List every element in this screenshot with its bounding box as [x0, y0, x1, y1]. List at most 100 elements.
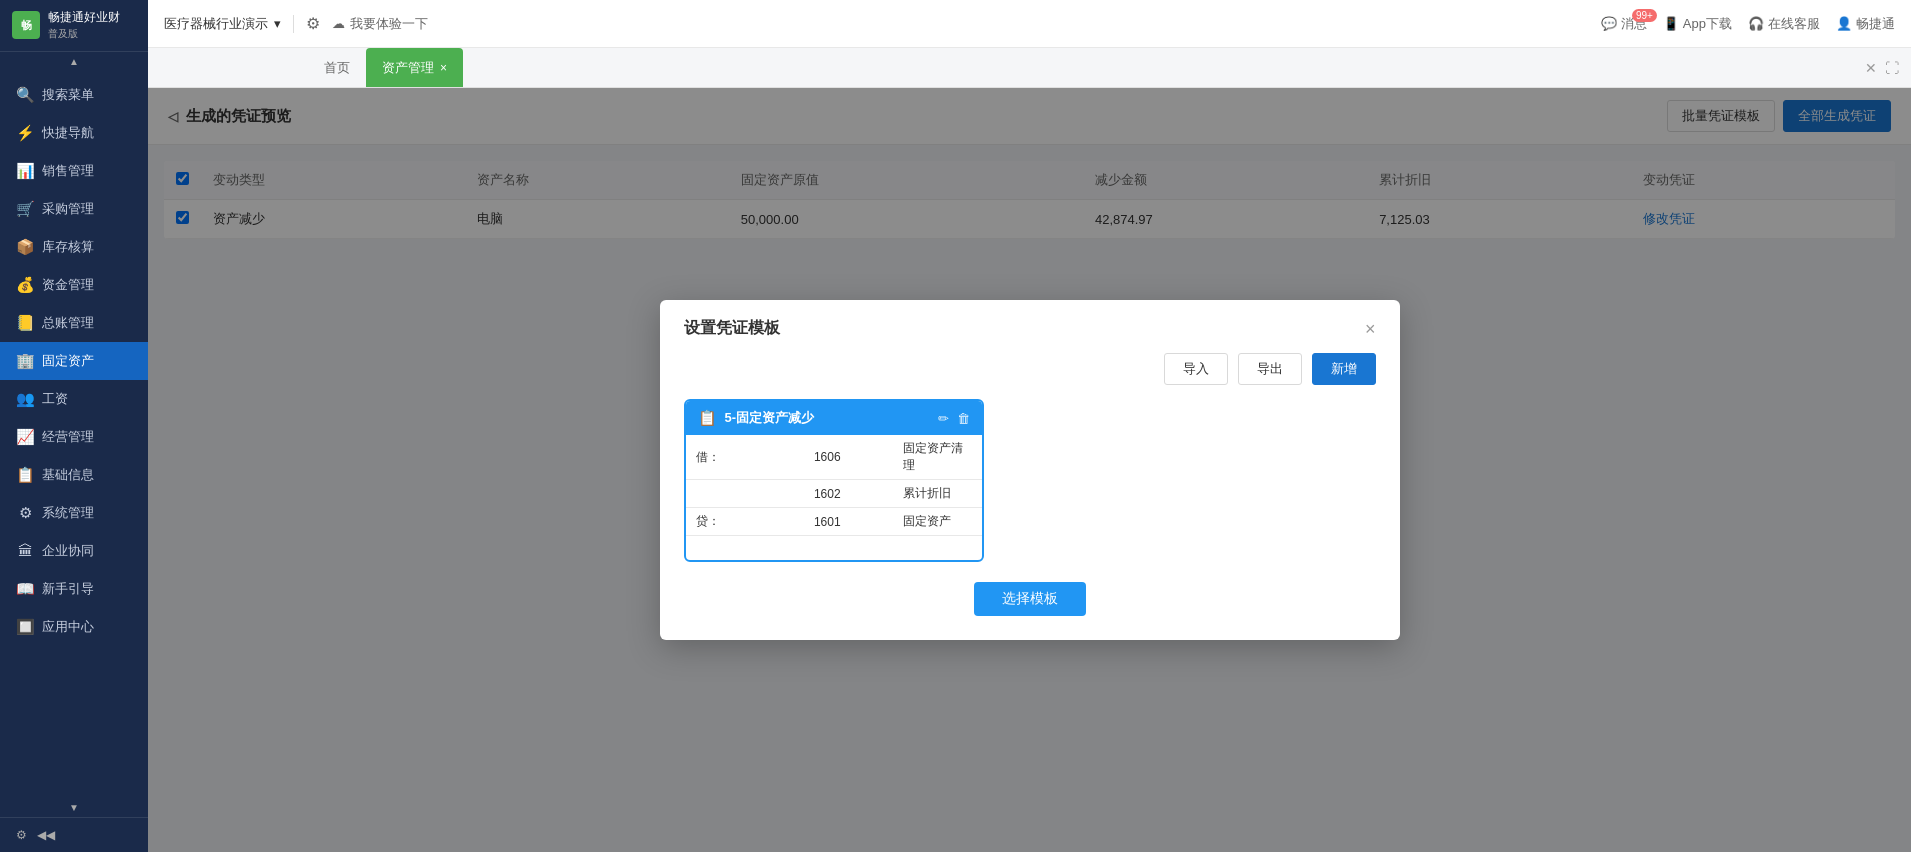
sidebar-item-guide[interactable]: 📖 新手引导 — [0, 570, 148, 608]
template-accounts-table: 借： 1606 固定资产清理 1602 累计折旧 — [686, 435, 982, 560]
quick-nav-icon: ⚡ — [16, 124, 34, 142]
chevron-down-icon: ▾ — [274, 16, 281, 31]
operations-icon: 📈 — [16, 428, 34, 446]
template-card: 📋 5-固定资产减少 ✏ 🗑 — [684, 399, 984, 562]
sidebar: 畅 畅捷通好业财 普及版 ▲ 🔍 搜索菜单 ⚡ 快捷导航 📊 销售管理 🛒 采购… — [0, 0, 148, 852]
company-selector[interactable]: 医疗器械行业演示 ▾ — [164, 15, 281, 33]
tab-asset-management[interactable]: 资产管理 × — [366, 48, 463, 87]
app-center-icon: 🔲 — [16, 618, 34, 636]
fixed-assets-icon: 🏢 — [16, 352, 34, 370]
template-code: 1602 — [804, 480, 893, 508]
tab-close-icon[interactable]: × — [440, 61, 447, 75]
template-card-actions: ✏ 🗑 — [938, 411, 970, 426]
template-row: 借： 1606 固定资产清理 — [686, 435, 982, 480]
sidebar-item-label: 应用中心 — [42, 618, 94, 636]
sidebar-item-label: 新手引导 — [42, 580, 94, 598]
export-button[interactable]: 导出 — [1238, 353, 1302, 385]
username-label: 畅捷通 — [1856, 15, 1895, 33]
sidebar-scroll-down[interactable]: ▼ — [0, 797, 148, 817]
payroll-icon: 👥 — [16, 390, 34, 408]
sidebar-item-label: 经营管理 — [42, 428, 94, 446]
message-badge: 99+ — [1632, 9, 1657, 22]
template-type — [686, 480, 804, 508]
topbar: 医疗器械行业演示 ▾ ⚙ ☁ 我要体验一下 💬 消息 99+ 📱 App下载 🎧… — [148, 0, 1911, 48]
sidebar-item-ledger[interactable]: 📒 总账管理 — [0, 304, 148, 342]
sidebar-item-payroll[interactable]: 👥 工资 — [0, 380, 148, 418]
experience-label: 我要体验一下 — [350, 15, 428, 33]
template-row: 1602 累计折旧 — [686, 480, 982, 508]
basic-info-icon: 📋 — [16, 466, 34, 484]
import-button[interactable]: 导入 — [1164, 353, 1228, 385]
maximize-window-icon[interactable]: ⛶ — [1885, 60, 1899, 76]
select-template-button[interactable]: 选择模板 — [974, 582, 1086, 616]
sidebar-item-inventory[interactable]: 📦 库存核算 — [0, 228, 148, 266]
purchase-icon: 🛒 — [16, 200, 34, 218]
content-area: ◁ 生成的凭证预览 批量凭证模板 全部生成凭证 变动类型 资产名称 固定资产原值 — [148, 88, 1911, 852]
sidebar-item-label: 采购管理 — [42, 200, 94, 218]
online-service-button[interactable]: 🎧 在线客服 — [1748, 15, 1820, 33]
tab-home[interactable]: 首页 — [308, 48, 366, 87]
modal-backdrop[interactable]: 设置凭证模板 × 导入 导出 新增 📋 5-固定资产减少 — [148, 88, 1911, 852]
capital-icon: 💰 — [16, 276, 34, 294]
template-row — [686, 536, 982, 561]
sidebar-item-label: 资金管理 — [42, 276, 94, 294]
sales-icon: 📊 — [16, 162, 34, 180]
template-code: 1601 — [804, 508, 893, 536]
company-name: 医疗器械行业演示 — [164, 15, 268, 33]
app-download-button[interactable]: 📱 App下载 — [1663, 15, 1732, 33]
sidebar-item-label: 搜索菜单 — [42, 86, 94, 104]
sidebar-item-label: 工资 — [42, 390, 68, 408]
sidebar-item-sales[interactable]: 📊 销售管理 — [0, 152, 148, 190]
template-card-body: 借： 1606 固定资产清理 1602 累计折旧 — [686, 435, 982, 560]
template-type: 借： — [686, 435, 804, 480]
system-icon: ⚙ — [16, 504, 34, 522]
modal-dialog: 设置凭证模板 × 导入 导出 新增 📋 5-固定资产减少 — [660, 300, 1400, 640]
sidebar-item-capital[interactable]: 💰 资金管理 — [0, 266, 148, 304]
modal-header: 设置凭证模板 × — [660, 300, 1400, 339]
settings-icon[interactable]: ⚙ — [16, 828, 27, 842]
sidebar-header: 畅 畅捷通好业财 普及版 — [0, 0, 148, 52]
template-account: 固定资产清理 — [893, 435, 982, 480]
template-list: 📋 5-固定资产减少 ✏ 🗑 — [684, 399, 1376, 562]
sidebar-nav: 🔍 搜索菜单 ⚡ 快捷导航 📊 销售管理 🛒 采购管理 📦 库存核算 💰 资金管… — [0, 72, 148, 797]
app-edition: 普及版 — [48, 27, 120, 41]
topbar-divider — [293, 15, 294, 33]
sidebar-item-quick-nav[interactable]: ⚡ 快捷导航 — [0, 114, 148, 152]
sidebar-item-label: 企业协同 — [42, 542, 94, 560]
delete-template-icon[interactable]: 🗑 — [957, 411, 970, 426]
sidebar-item-operations[interactable]: 📈 经营管理 — [0, 418, 148, 456]
modal-close-button[interactable]: × — [1365, 320, 1376, 338]
edit-template-icon[interactable]: ✏ — [938, 411, 949, 426]
template-code — [804, 536, 893, 561]
sidebar-item-app-center[interactable]: 🔲 应用中心 — [0, 608, 148, 646]
app-logo: 畅 — [12, 11, 40, 39]
tabbar: 首页 资产管理 × ✕ ⛶ — [148, 48, 1911, 88]
sidebar-item-purchase[interactable]: 🛒 采购管理 — [0, 190, 148, 228]
gear-icon[interactable]: ⚙ — [306, 14, 320, 33]
tab-label: 资产管理 — [382, 59, 434, 77]
sidebar-item-enterprise[interactable]: 🏛 企业协同 — [0, 532, 148, 570]
sidebar-item-label: 系统管理 — [42, 504, 94, 522]
user-button[interactable]: 👤 畅捷通 — [1836, 15, 1895, 33]
sidebar-item-system[interactable]: ⚙ 系统管理 — [0, 494, 148, 532]
template-doc-icon: 📋 — [698, 409, 717, 427]
template-code: 1606 — [804, 435, 893, 480]
experience-button[interactable]: ☁ 我要体验一下 — [332, 15, 428, 33]
new-template-button[interactable]: 新增 — [1312, 353, 1376, 385]
sidebar-item-basic-info[interactable]: 📋 基础信息 — [0, 456, 148, 494]
sidebar-item-label: 总账管理 — [42, 314, 94, 332]
sidebar-scroll-up[interactable]: ▲ — [0, 52, 148, 72]
sidebar-item-fixed-assets[interactable]: 🏢 固定资产 — [0, 342, 148, 380]
headset-icon: 🎧 — [1748, 16, 1764, 31]
sidebar-item-search[interactable]: 🔍 搜索菜单 — [0, 76, 148, 114]
sidebar-bottom: ⚙ ◀◀ — [0, 817, 148, 852]
app-download-label: App下载 — [1683, 15, 1732, 33]
collapse-icon[interactable]: ◀◀ — [37, 828, 55, 842]
message-button[interactable]: 💬 消息 99+ — [1601, 15, 1647, 33]
online-service-label: 在线客服 — [1768, 15, 1820, 33]
search-icon: 🔍 — [16, 86, 34, 104]
template-account — [893, 536, 982, 561]
template-account: 累计折旧 — [893, 480, 982, 508]
sidebar-item-label: 库存核算 — [42, 238, 94, 256]
close-window-icon[interactable]: ✕ — [1865, 60, 1877, 76]
